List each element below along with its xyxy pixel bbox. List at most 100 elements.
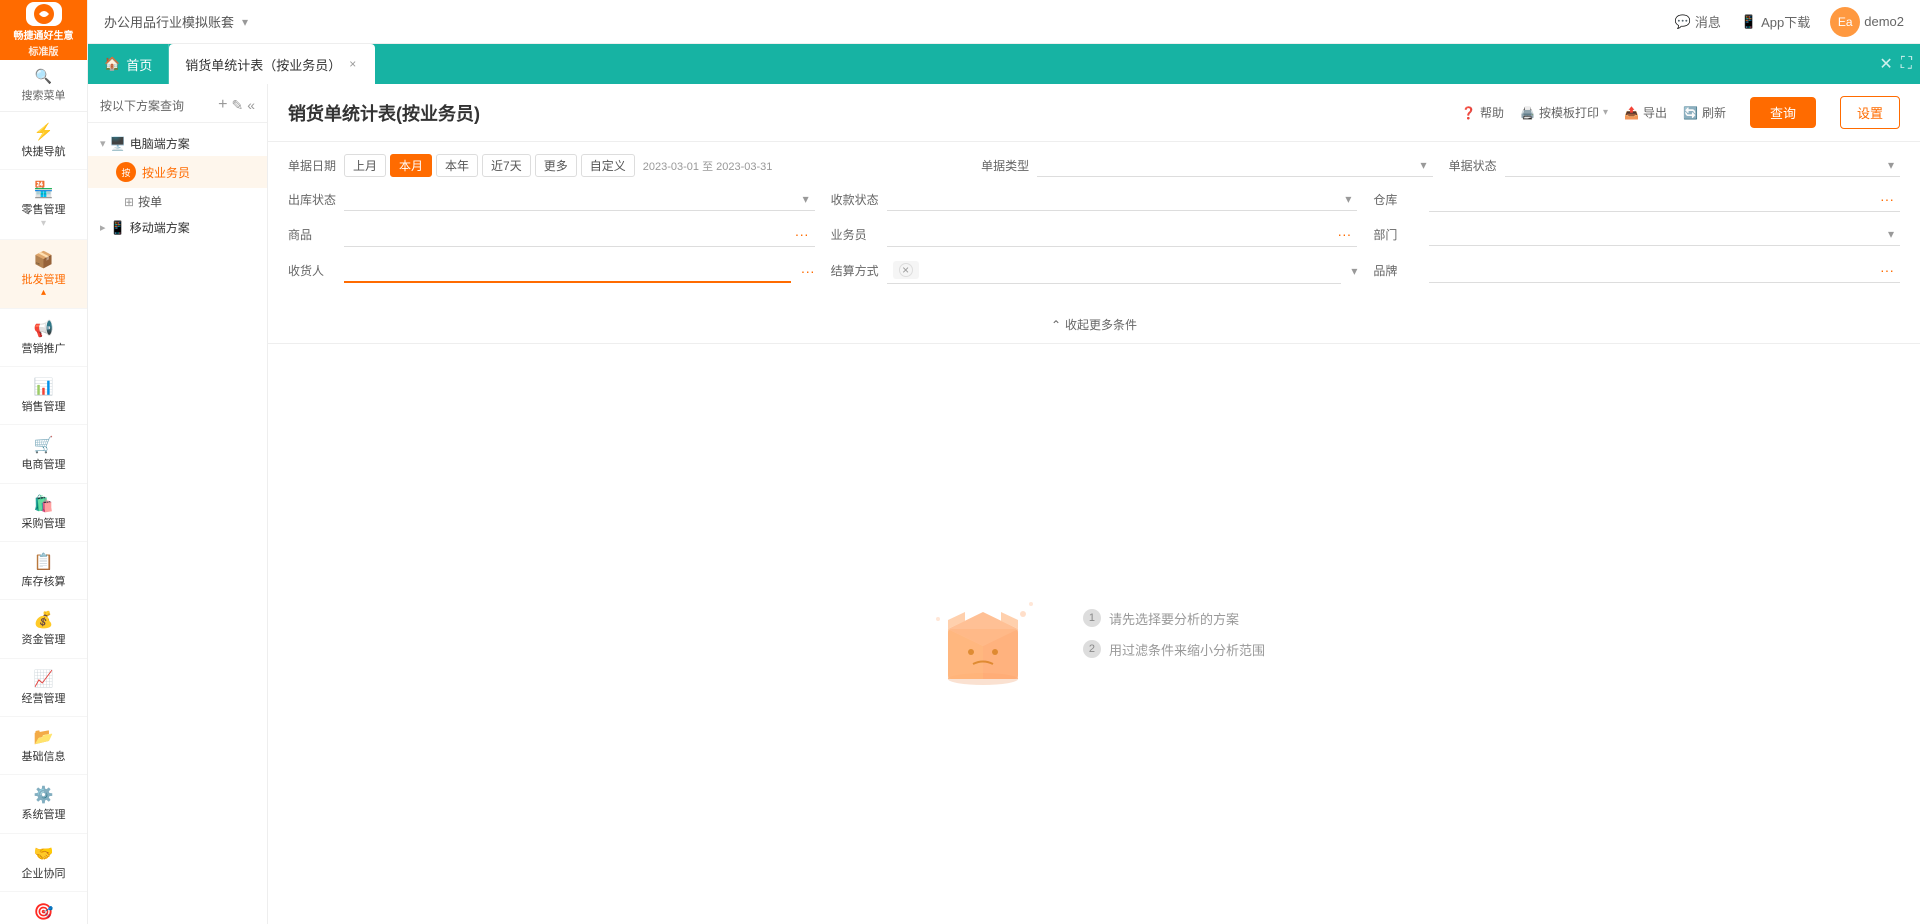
mobile-plan-arrow-icon: ▸ [100, 221, 106, 234]
settings-button[interactable]: 设置 [1840, 96, 1900, 129]
settlement-tag-close-icon[interactable]: × [899, 263, 913, 277]
app-download-button[interactable]: 📱 App下载 [1741, 12, 1810, 31]
user-profile-button[interactable]: Ea demo2 [1830, 7, 1904, 37]
search-menu-label: 搜索菜单 [22, 87, 66, 103]
tab-expand-icon[interactable]: ⛶ [1901, 55, 1912, 73]
left-panel: 按以下方案查询 + ✎ « ▾ 🖥️ 电脑端方案 按 按业务员 ⊞ [88, 84, 268, 924]
finance-icon: 💰 [34, 610, 54, 630]
sidebar-item-sales[interactable]: 📊 销售管理 [0, 367, 87, 425]
recv-status-chevron-icon: ▾ [1345, 192, 1351, 206]
retail-icon: 🏪 [34, 180, 54, 200]
receiver-dots-icon[interactable]: ··· [801, 263, 815, 279]
pc-plan-label: 电脑端方案 [130, 135, 190, 152]
doc-type-select[interactable]: ▾ [1037, 154, 1432, 177]
doc-status-select[interactable]: ▾ [1505, 154, 1900, 177]
tabbar-actions: ✕ ⛶ [1879, 44, 1920, 84]
warehouse-select[interactable]: ··· [1429, 187, 1900, 212]
pc-plan-group[interactable]: ▾ 🖥️ 电脑端方案 [88, 131, 267, 156]
basic-label: 基础信息 [22, 750, 66, 764]
dept-chevron-icon: ▾ [1888, 227, 1894, 241]
out-status-select[interactable]: ▾ [344, 188, 815, 211]
print-arrow-icon: ▾ [1603, 107, 1608, 118]
product-label: 商品 [288, 226, 338, 243]
filter-product-field: 商品 ··· [288, 222, 815, 247]
tab-close-icon[interactable]: × [347, 55, 358, 73]
print-label: 按模板打印 [1539, 104, 1599, 121]
content-area: 按以下方案查询 + ✎ « ▾ 🖥️ 电脑端方案 按 按业务员 ⊞ [88, 84, 1920, 924]
doc-status-chevron-icon: ▾ [1888, 158, 1894, 172]
sidebar-item-basic[interactable]: 📂 基础信息 [0, 717, 87, 775]
query-button[interactable]: 查询 [1750, 97, 1816, 128]
receiver-label: 收货人 [288, 262, 338, 279]
sidebar-item-ecommerce[interactable]: 🛒 电商管理 [0, 425, 87, 483]
sidebar-item-wholesale[interactable]: 📦 批发管理 ▴ [0, 240, 87, 309]
date-btn-last-month[interactable]: 上月 [344, 154, 386, 177]
tab-sales-stats[interactable]: 销货单统计表（按业务员） × [169, 44, 375, 84]
sidebar-item-marketing[interactable]: 📢 营销推广 [0, 309, 87, 367]
settlement-tag: × [893, 261, 919, 279]
help-button[interactable]: ❓ 帮助 [1461, 104, 1504, 121]
plan-item-by-salesperson[interactable]: 按 按业务员 [88, 156, 267, 188]
breadcrumb-arrow-icon[interactable]: ▾ [242, 15, 248, 29]
sidebar-item-enterprise[interactable]: 🤝 企业协同 [0, 834, 87, 892]
mobile-plan-icon: 📱 [110, 220, 126, 236]
sidebar-item-system[interactable]: ⚙️ 系统管理 [0, 775, 87, 833]
sidebar-item-quick-nav[interactable]: ⚡ 快捷导航 [0, 112, 87, 170]
add-plan-icon[interactable]: + [218, 96, 227, 114]
export-icon: 📤 [1624, 106, 1639, 120]
plan-sub-item-by-order[interactable]: ⊞ 按单 [88, 188, 267, 215]
date-btn-this-year[interactable]: 本年 [436, 154, 478, 177]
export-button[interactable]: 📤 导出 [1624, 104, 1667, 121]
left-panel-header-actions: + ✎ « [218, 96, 255, 114]
collapse-filters-button[interactable]: ⌃ 收起更多条件 [1039, 312, 1149, 337]
product-select[interactable]: ··· [344, 222, 815, 247]
refresh-button[interactable]: 🔄 刷新 [1683, 104, 1726, 121]
sidebar-item-newguide[interactable]: 🎯 新手引导 [0, 892, 87, 924]
date-btn-more[interactable]: 更多 [535, 154, 577, 177]
sidebar-item-finance[interactable]: 💰 资金管理 [0, 600, 87, 658]
brand-select[interactable]: ··· [1429, 258, 1900, 283]
salesperson-select[interactable]: ··· [887, 222, 1358, 247]
print-button[interactable]: 🖨️ 按模板打印 ▾ [1520, 104, 1608, 121]
date-btn-this-month[interactable]: 本月 [390, 154, 432, 177]
filter-row-1: 单据日期 上月 本月 本年 近7天 更多 自定义 2023-03-01 至 20… [288, 154, 1900, 177]
app-download-label: App下载 [1761, 12, 1810, 31]
recv-status-select[interactable]: ▾ [887, 188, 1358, 211]
sidebar-item-inventory[interactable]: 📋 库存核算 [0, 542, 87, 600]
sidebar-item-operation[interactable]: 📈 经营管理 [0, 659, 87, 717]
filter-receiver-field: 收货人 ··· [288, 259, 815, 283]
mobile-plan-group[interactable]: ▸ 📱 移动端方案 [88, 215, 267, 240]
filter-out-status-field: 出库状态 ▾ [288, 188, 815, 211]
search-menu-item[interactable]: 🔍 搜索菜单 [0, 60, 87, 112]
settlement-chevron-icon[interactable]: ▾ [1351, 264, 1357, 278]
sidebar-item-purchase[interactable]: 🛍️ 采购管理 [0, 484, 87, 542]
collapse-up-icon: ⌃ [1051, 318, 1061, 332]
collapse-btn-label: 收起更多条件 [1065, 316, 1137, 333]
tab-close-window-icon[interactable]: ✕ [1879, 54, 1892, 74]
message-button[interactable]: 💬 消息 [1675, 12, 1721, 31]
ecommerce-label: 电商管理 [22, 458, 66, 472]
collapse-panel-icon[interactable]: « [247, 97, 255, 113]
left-panel-header: 按以下方案查询 + ✎ « [88, 96, 267, 123]
page-title-row: 销货单统计表(按业务员) ❓ 帮助 🖨️ 按模板打印 ▾ 📤 [288, 96, 1900, 129]
empty-tip-2: 2 用过滤条件来缩小分析范围 [1083, 640, 1265, 659]
dept-select[interactable]: ▾ [1429, 223, 1900, 246]
receiver-input[interactable] [344, 259, 791, 283]
collapse-btn-row: ⌃ 收起更多条件 [268, 306, 1920, 344]
filter-row-2: 出库状态 ▾ 收款状态 ▾ 仓库 [288, 187, 1900, 212]
tab-sales-stats-label: 销货单统计表（按业务员） [185, 55, 341, 74]
date-btn-7days[interactable]: 近7天 [482, 154, 531, 177]
filter-row-4: 收货人 ··· 结算方式 × ▾ 品牌 [288, 257, 1900, 284]
out-status-label: 出库状态 [288, 191, 338, 208]
tab-home[interactable]: 🏠 首页 [88, 44, 169, 84]
search-icon: 🔍 [35, 68, 52, 85]
date-filter-buttons: 上月 本月 本年 近7天 更多 自定义 2023-03-01 至 2023-03… [344, 154, 965, 177]
sidebar-item-retail[interactable]: 🏪 零售管理 ▾ [0, 170, 87, 239]
sidebar: 畅捷通好生意 标准版 🔍 搜索菜单 ⚡ 快捷导航 🏪 零售管理 ▾ 📦 批发管理… [0, 0, 88, 924]
inventory-label: 库存核算 [22, 575, 66, 589]
date-btn-custom[interactable]: 自定义 [581, 154, 635, 177]
filter-row-3: 商品 ··· 业务员 ··· 部门 [288, 222, 1900, 247]
tip-1-text: 请先选择要分析的方案 [1109, 609, 1239, 628]
edit-plan-icon[interactable]: ✎ [231, 97, 243, 114]
date-filter-label: 单据日期 [288, 157, 338, 174]
